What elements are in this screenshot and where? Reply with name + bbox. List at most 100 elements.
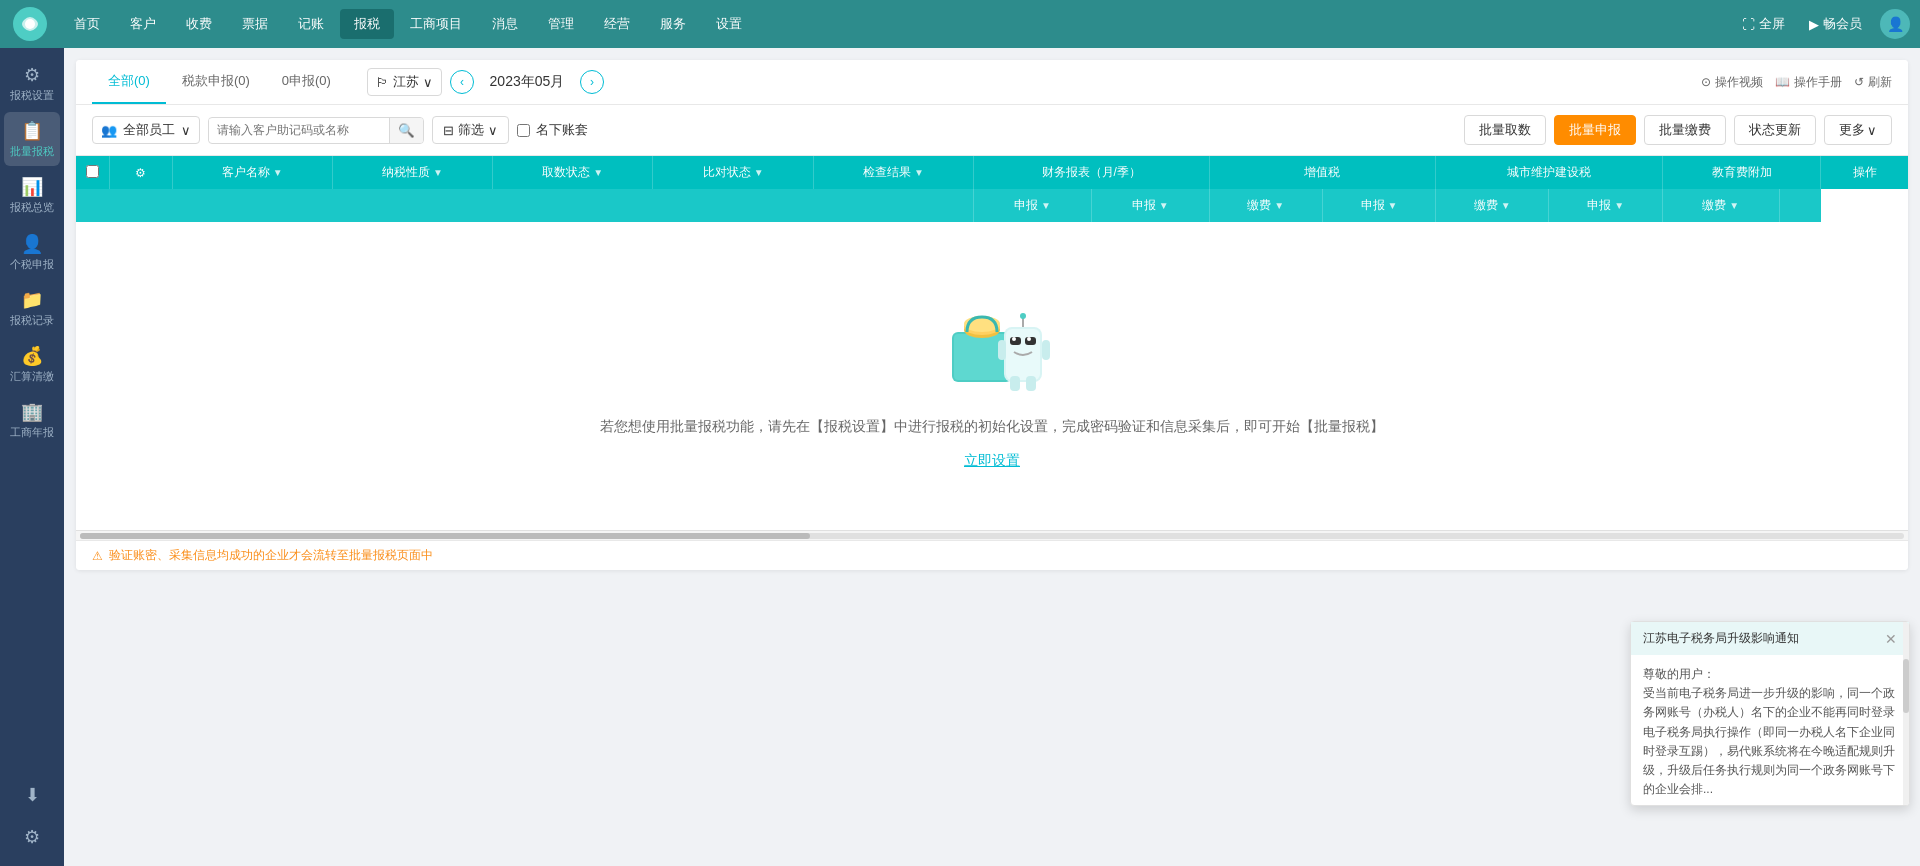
nav-business[interactable]: 工商项目 (396, 9, 476, 39)
svg-rect-18 (1026, 376, 1036, 391)
date-next-button[interactable]: › (580, 70, 604, 94)
th-city-tax: 城市维护建设税 (1436, 156, 1663, 189)
notification-close-button[interactable]: ✕ (1885, 631, 1897, 647)
tab-all[interactable]: 全部(0) (92, 60, 166, 104)
operation-video-link[interactable]: ⊙ 操作视频 (1701, 74, 1763, 91)
employee-select[interactable]: 👥 全部员工 ∨ (92, 116, 200, 144)
batch-pay-button[interactable]: 批量缴费 (1644, 115, 1726, 145)
th-edu-declare: 申报 ▼ (1549, 189, 1662, 222)
financial-declare-filter[interactable]: 申报 ▼ (1014, 197, 1051, 214)
th-client-name-label: 客户名称 (222, 164, 270, 181)
refresh-link[interactable]: ↺ 刷新 (1854, 74, 1892, 91)
operation-manual-link[interactable]: 📖 操作手册 (1775, 74, 1842, 91)
th-vat-pay: 缴费 ▼ (1209, 189, 1322, 222)
nav-services[interactable]: 服务 (646, 9, 700, 39)
th-compare-status: 比对状态 ▼ (653, 156, 813, 189)
sidebar-item-tax-overview[interactable]: 📊 报税总览 (4, 168, 60, 222)
sidebar: ⚙ 报税设置 📋 批量报税 📊 报税总览 👤 个税申报 📁 报税记录 💰 汇算清… (0, 48, 64, 866)
notification-scrollbar[interactable] (1903, 622, 1909, 805)
status-update-button[interactable]: 状态更新 (1734, 115, 1816, 145)
th-financial-declare: 申报 ▼ (974, 189, 1092, 222)
video-icon: ⊙ (1701, 75, 1711, 89)
th-empty (76, 189, 974, 222)
sidebar-item-settlement[interactable]: 💰 汇算清缴 (4, 337, 60, 391)
sidebar-item-tax-records[interactable]: 📁 报税记录 (4, 281, 60, 335)
th-vat-declare: 申报 ▼ (1091, 189, 1209, 222)
svg-rect-17 (1010, 376, 1020, 391)
check-result-filter-icon: ▼ (914, 167, 924, 178)
svg-point-11 (1012, 337, 1016, 341)
checkbox-text: 名下账套 (536, 121, 588, 139)
select-all-checkbox[interactable] (86, 165, 99, 178)
sidebar-item-batch-tax[interactable]: 📋 批量报税 (4, 112, 60, 166)
refresh-label: 刷新 (1868, 74, 1892, 91)
client-name-filter[interactable]: 客户名称 ▼ (222, 164, 283, 181)
scrollbar-thumb[interactable] (80, 533, 810, 539)
more-button[interactable]: 更多 ∨ (1824, 115, 1892, 145)
region-label: 江苏 (393, 73, 419, 91)
vat-pay-filter[interactable]: 缴费 ▼ (1247, 197, 1284, 214)
tab-zero-declare-label: 0申报(0) (282, 73, 331, 88)
search-button[interactable]: 🔍 (389, 118, 423, 143)
sidebar-item-personal-tax[interactable]: 👤 个税申报 (4, 225, 60, 279)
edu-pay-filter[interactable]: 缴费 ▼ (1702, 197, 1739, 214)
horizontal-scrollbar[interactable] (76, 530, 1908, 540)
vat-declare-filter[interactable]: 申报 ▼ (1132, 197, 1169, 214)
settlement-icon: 💰 (21, 345, 43, 367)
sidebar-label-annual-report: 工商年报 (10, 426, 54, 439)
tab-tax-declare[interactable]: 税款申报(0) (166, 60, 266, 104)
filter-button[interactable]: ⊟ 筛选 ∨ (432, 116, 509, 144)
tax-nature-filter[interactable]: 纳税性质 ▼ (382, 164, 443, 181)
nav-billing[interactable]: 收费 (172, 9, 226, 39)
check-result-filter[interactable]: 检查结果 ▼ (863, 164, 924, 181)
nav-operations[interactable]: 经营 (590, 9, 644, 39)
svg-point-12 (1027, 337, 1031, 341)
nav-settings[interactable]: 设置 (702, 9, 756, 39)
nav-home[interactable]: 首页 (60, 9, 114, 39)
region-selector[interactable]: 🏳 江苏 ∨ (367, 68, 442, 96)
sidebar-item-user-settings[interactable]: ⚙ (4, 818, 60, 856)
nav-tax[interactable]: 报税 (340, 9, 394, 39)
avatar[interactable]: 👤 (1880, 9, 1910, 39)
date-navigator: ‹ 2023年05月 › (450, 70, 604, 94)
search-input[interactable] (209, 119, 389, 141)
city-pay-filter[interactable]: 缴费 ▼ (1474, 197, 1511, 214)
app-logo[interactable] (10, 4, 50, 44)
batch-fetch-button[interactable]: 批量取数 (1464, 115, 1546, 145)
svg-point-14 (1020, 313, 1026, 319)
tab-extras: 🏳 江苏 ∨ ‹ 2023年05月 › (367, 68, 604, 96)
sidebar-item-tax-settings[interactable]: ⚙ 报税设置 (4, 56, 60, 110)
batch-declare-button[interactable]: 批量申报 (1554, 115, 1636, 145)
nav-client[interactable]: 客户 (116, 9, 170, 39)
nav-message[interactable]: 消息 (478, 9, 532, 39)
sidebar-item-download[interactable]: ⬇ (4, 776, 60, 814)
compare-status-filter-icon: ▼ (754, 167, 764, 178)
empty-text: 若您想使用批量报税功能，请先在【报税设置】中进行报税的初始化设置，完成密码验证和… (600, 418, 1384, 436)
member-button[interactable]: ▶ 畅会员 (1803, 12, 1868, 36)
toolbar-right: 批量取数 批量申报 批量缴费 状态更新 更多 ∨ (1464, 115, 1892, 145)
th-tax-nature-label: 纳税性质 (382, 164, 430, 181)
fullscreen-button[interactable]: ⛶ 全屏 (1736, 12, 1791, 36)
city-declare-filter[interactable]: 申报 ▼ (1361, 197, 1398, 214)
compare-status-filter[interactable]: 比对状态 ▼ (703, 164, 764, 181)
nav-accounting[interactable]: 记账 (284, 9, 338, 39)
tab-all-label: 全部(0) (108, 73, 150, 88)
tab-zero-declare[interactable]: 0申报(0) (266, 60, 347, 104)
under-account-checkbox-label[interactable]: 名下账套 (517, 121, 588, 139)
under-account-checkbox[interactable] (517, 124, 530, 137)
employee-label: 全部员工 (123, 121, 175, 139)
date-prev-button[interactable]: ‹ (450, 70, 474, 94)
th-action-empty (1779, 189, 1820, 222)
sidebar-item-annual-report[interactable]: 🏢 工商年报 (4, 393, 60, 447)
fetch-status-filter[interactable]: 取数状态 ▼ (542, 164, 603, 181)
th-compare-status-label: 比对状态 (703, 164, 751, 181)
nav-management[interactable]: 管理 (534, 9, 588, 39)
refresh-icon: ↺ (1854, 75, 1864, 89)
th-city-pay: 缴费 ▼ (1436, 189, 1549, 222)
th-check-result-label: 检查结果 (863, 164, 911, 181)
setup-link[interactable]: 立即设置 (964, 452, 1020, 470)
th-education-tax: 教育费附加 (1662, 156, 1821, 189)
th-fetch-status-label: 取数状态 (542, 164, 590, 181)
edu-declare-filter[interactable]: 申报 ▼ (1587, 197, 1624, 214)
nav-invoice[interactable]: 票据 (228, 9, 282, 39)
